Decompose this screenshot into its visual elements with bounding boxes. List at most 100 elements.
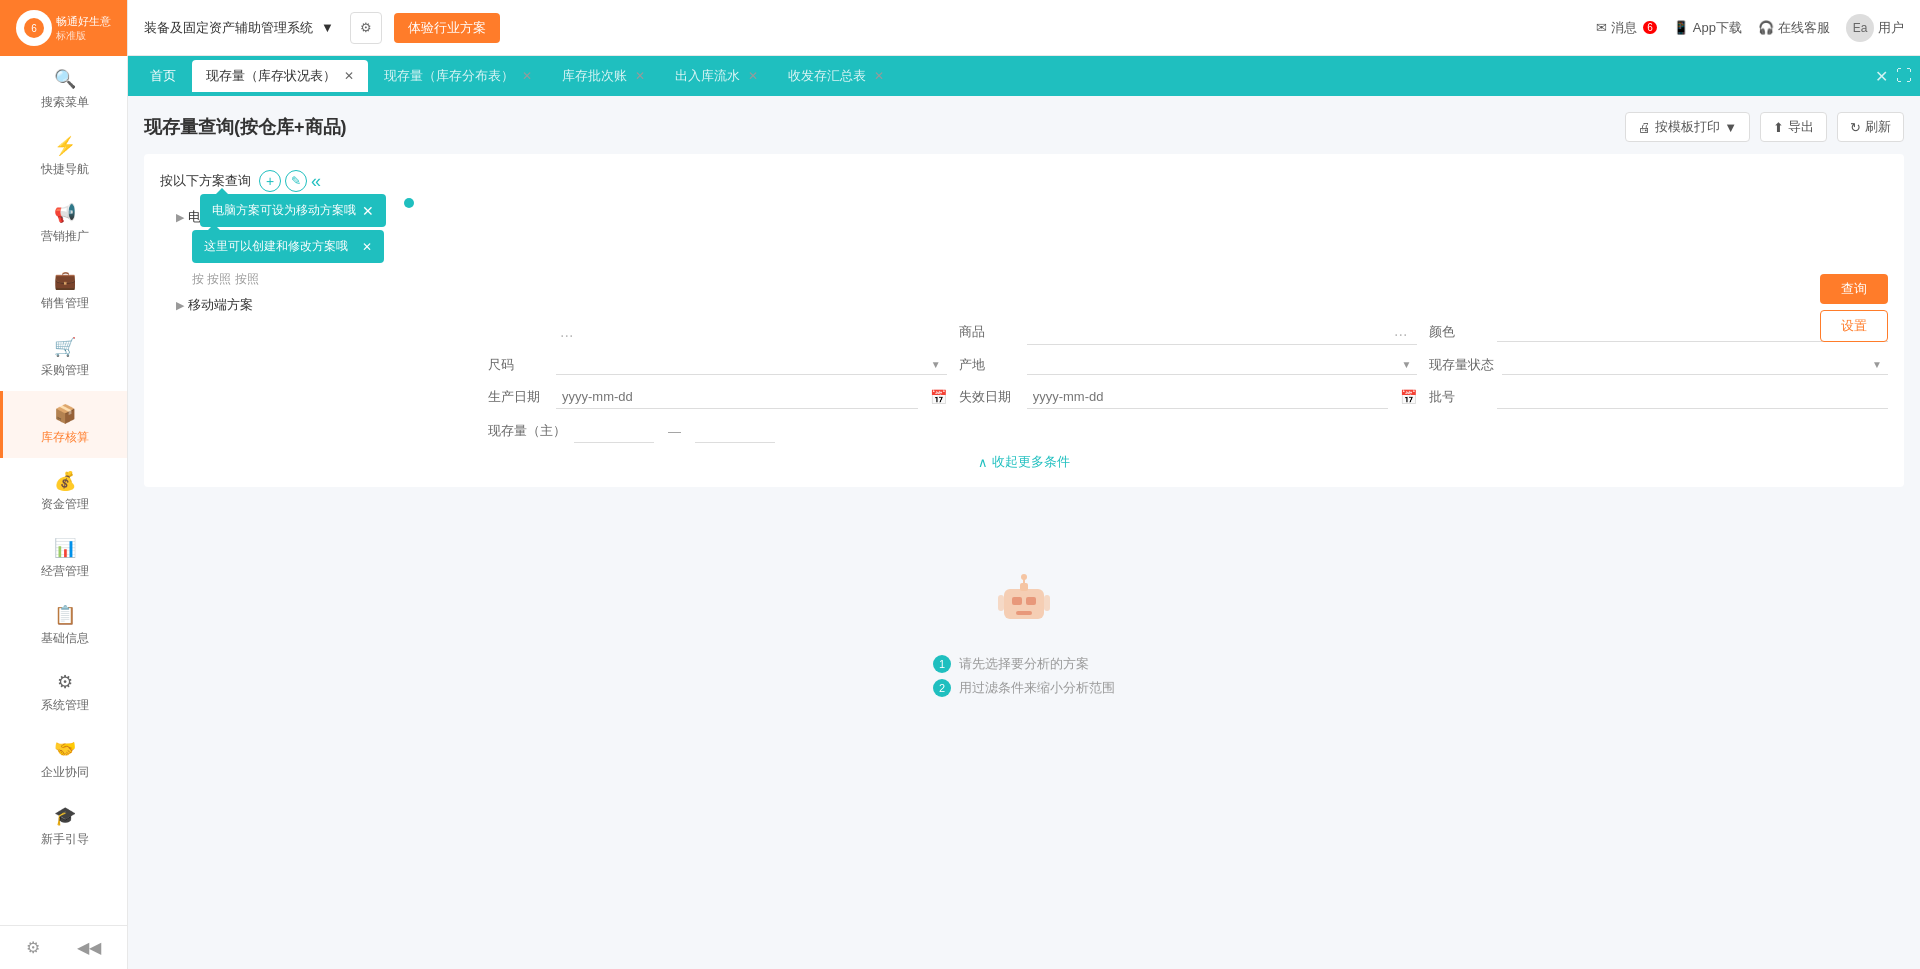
filter-row-3: 生产日期 📅 失效日期 📅 批号: [480, 385, 1888, 409]
sidebar-item-guide[interactable]: 🎓 新手引导: [0, 793, 127, 860]
tab-inventory-dist[interactable]: 现存量（库存分布表） ✕: [370, 60, 546, 92]
tab-collect-summary[interactable]: 收发存汇总表 ✕: [774, 60, 898, 92]
svg-point-8: [1021, 574, 1027, 580]
message-btn[interactable]: ✉ 消息 6: [1596, 19, 1657, 37]
chevron-up-icon: ∧: [978, 455, 988, 470]
topbar-right: ✉ 消息 6 📱 App下载 🎧 在线客服 Ea 用户: [1596, 14, 1904, 42]
filter-back-btn[interactable]: «: [311, 171, 321, 192]
goods-dots[interactable]: ...: [1390, 322, 1411, 340]
sidebar-footer: ⚙ ◀◀: [0, 925, 127, 969]
main-area: 装备及固定资产辅助管理系统 ▼ ⚙ 体验行业方案 ✉ 消息 6 📱 App下载 …: [128, 0, 1920, 969]
sidebar-item-system[interactable]: ⚙ 系统管理: [0, 659, 127, 726]
tabbar-end: ✕ ⛶: [1875, 67, 1912, 86]
produce-date-calendar-icon[interactable]: 📅: [930, 389, 947, 405]
scheme-mobile-item[interactable]: ▶ 移动端方案: [168, 292, 1888, 318]
sidebar-item-marketing[interactable]: 📢 营销推广: [0, 190, 127, 257]
tree-arrow-icon: ▶: [176, 211, 184, 224]
goods-select[interactable]: ...: [1027, 318, 1418, 345]
empty-illustration: [984, 559, 1064, 639]
quick-nav-icon: ⚡: [54, 135, 76, 157]
settings-footer-btn[interactable]: ⚙: [26, 938, 40, 957]
batch-input[interactable]: [1497, 385, 1888, 409]
svg-rect-3: [1012, 597, 1022, 605]
tab-batch-ledger-close[interactable]: ✕: [635, 69, 645, 83]
sidebar-item-operations[interactable]: 📊 经营管理: [0, 525, 127, 592]
message-icon: ✉: [1596, 20, 1607, 35]
empty-state: 1 请先选择要分析的方案 2 用过滤条件来缩小分析范围: [144, 499, 1904, 763]
sidebar-item-enterprise[interactable]: 🤝 企业协同: [0, 726, 127, 793]
refresh-btn[interactable]: ↻ 刷新: [1837, 112, 1904, 142]
tab-inventory-status[interactable]: 现存量（库存状况表） ✕: [192, 60, 368, 92]
stock-main-to-input[interactable]: [695, 419, 775, 443]
topbar: 装备及固定资产辅助管理系统 ▼ ⚙ 体验行业方案 ✉ 消息 6 📱 App下载 …: [128, 0, 1920, 56]
filter-field-expire-date: 失效日期 📅: [959, 385, 1418, 409]
filter-edit-btn[interactable]: ✎: [285, 170, 307, 192]
tab-inventory-status-close[interactable]: ✕: [344, 69, 354, 83]
scheme-tree: ▶ 电脑端方案 这里可以创建和修改方案哦 ✕ 按 按照 按照 ▶ 移动端方案: [168, 204, 1888, 318]
sidebar: 6 畅通好生意 标准版 🔍 搜索菜单 ⚡ 快捷导航 📢 营销推广 💼 销售管理 …: [0, 0, 128, 969]
sidebar-item-search[interactable]: 🔍 搜索菜单: [0, 56, 127, 123]
produce-date-input[interactable]: [556, 385, 918, 409]
page-title: 现存量查询(按仓库+商品): [144, 115, 347, 139]
filter-field-batch: 批号: [1429, 385, 1888, 409]
tabbar: 首页 现存量（库存状况表） ✕ 现存量（库存分布表） ✕ 库存批次账 ✕ 出入库…: [128, 56, 1920, 96]
filter-field-warehouse: ...: [488, 318, 947, 345]
sidebar-item-finance[interactable]: 💰 资金管理: [0, 458, 127, 525]
empty-step-1: 1 请先选择要分析的方案: [933, 655, 1115, 673]
search-btn[interactable]: 查询: [1820, 274, 1888, 304]
content-area: 现存量查询(按仓库+商品) 🖨 按模板打印 ▼ ⬆ 导出 ↻ 刷新: [128, 96, 1920, 969]
reset-btn[interactable]: 设置: [1820, 310, 1888, 342]
app-download-btn[interactable]: 📱 App下载: [1673, 19, 1742, 37]
refresh-icon: ↻: [1850, 120, 1861, 135]
filter-add-btn[interactable]: +: [259, 170, 281, 192]
tab-in-out-flow[interactable]: 出入库流水 ✕: [661, 60, 772, 92]
tab-inventory-dist-close[interactable]: ✕: [522, 69, 532, 83]
sidebar-item-purchase[interactable]: 🛒 采购管理: [0, 324, 127, 391]
size-select[interactable]: ▼: [556, 355, 947, 375]
expire-date-calendar-icon[interactable]: 📅: [1400, 389, 1417, 405]
stock-status-select[interactable]: ▼: [1502, 355, 1888, 375]
export-btn[interactable]: ⬆ 导出: [1760, 112, 1827, 142]
filter-row-4: 现存量（主） —: [480, 419, 1888, 443]
collapse-sidebar-btn[interactable]: ◀◀: [77, 938, 101, 957]
page-actions: 🖨 按模板打印 ▼ ⬆ 导出 ↻ 刷新: [1625, 112, 1904, 142]
system-dropdown[interactable]: ▼: [321, 20, 334, 35]
tab-batch-ledger[interactable]: 库存批次账 ✕: [548, 60, 659, 92]
warehouse-dots[interactable]: ...: [556, 323, 577, 341]
sidebar-item-inventory[interactable]: 📦 库存核算: [0, 391, 127, 458]
topbar-settings-btn[interactable]: ⚙: [350, 12, 382, 44]
operations-icon: 📊: [54, 537, 76, 559]
popover-create-close[interactable]: ✕: [362, 240, 372, 254]
close-all-tabs-btn[interactable]: ✕: [1875, 67, 1888, 86]
tab-in-out-flow-close[interactable]: ✕: [748, 69, 758, 83]
stock-main-from-input[interactable]: [574, 419, 654, 443]
popover-scheme-close[interactable]: ✕: [362, 203, 374, 219]
tab-home[interactable]: 首页: [136, 60, 190, 92]
search-btns: 查询 设置: [1820, 274, 1888, 342]
svg-rect-9: [998, 595, 1004, 611]
scheme-desktop-item[interactable]: ▶ 电脑端方案: [168, 204, 1888, 230]
fullscreen-btn[interactable]: ⛶: [1896, 67, 1912, 86]
marketing-icon: 📢: [54, 202, 76, 224]
print-icon: 🖨: [1638, 120, 1651, 135]
system-icon: ⚙: [57, 671, 73, 693]
template-print-btn[interactable]: 🖨 按模板打印 ▼: [1625, 112, 1750, 142]
search-icon: 🔍: [54, 68, 76, 90]
purchase-icon: 🛒: [54, 336, 76, 358]
online-support-btn[interactable]: 🎧 在线客服: [1758, 19, 1830, 37]
sidebar-item-quick-nav[interactable]: ⚡ 快捷导航: [0, 123, 127, 190]
industry-btn[interactable]: 体验行业方案: [394, 13, 500, 43]
tab-collect-summary-close[interactable]: ✕: [874, 69, 884, 83]
origin-select[interactable]: ▼: [1027, 355, 1418, 375]
scheme-warehouse-label: 按 按照 按照: [168, 271, 1888, 288]
sales-icon: 💼: [54, 269, 76, 291]
system-title: 装备及固定资产辅助管理系统: [144, 19, 313, 37]
origin-chevron-icon: ▼: [1401, 359, 1411, 370]
user-profile-btn[interactable]: Ea 用户: [1846, 14, 1904, 42]
sidebar-item-basic[interactable]: 📋 基础信息: [0, 592, 127, 659]
enterprise-icon: 🤝: [54, 738, 76, 760]
sidebar-item-sales[interactable]: 💼 销售管理: [0, 257, 127, 324]
sidebar-logo: 6 畅通好生意 标准版: [0, 0, 127, 56]
expire-date-input[interactable]: [1027, 385, 1389, 409]
filter-collapse-btn[interactable]: ∧ 收起更多条件: [160, 453, 1888, 471]
